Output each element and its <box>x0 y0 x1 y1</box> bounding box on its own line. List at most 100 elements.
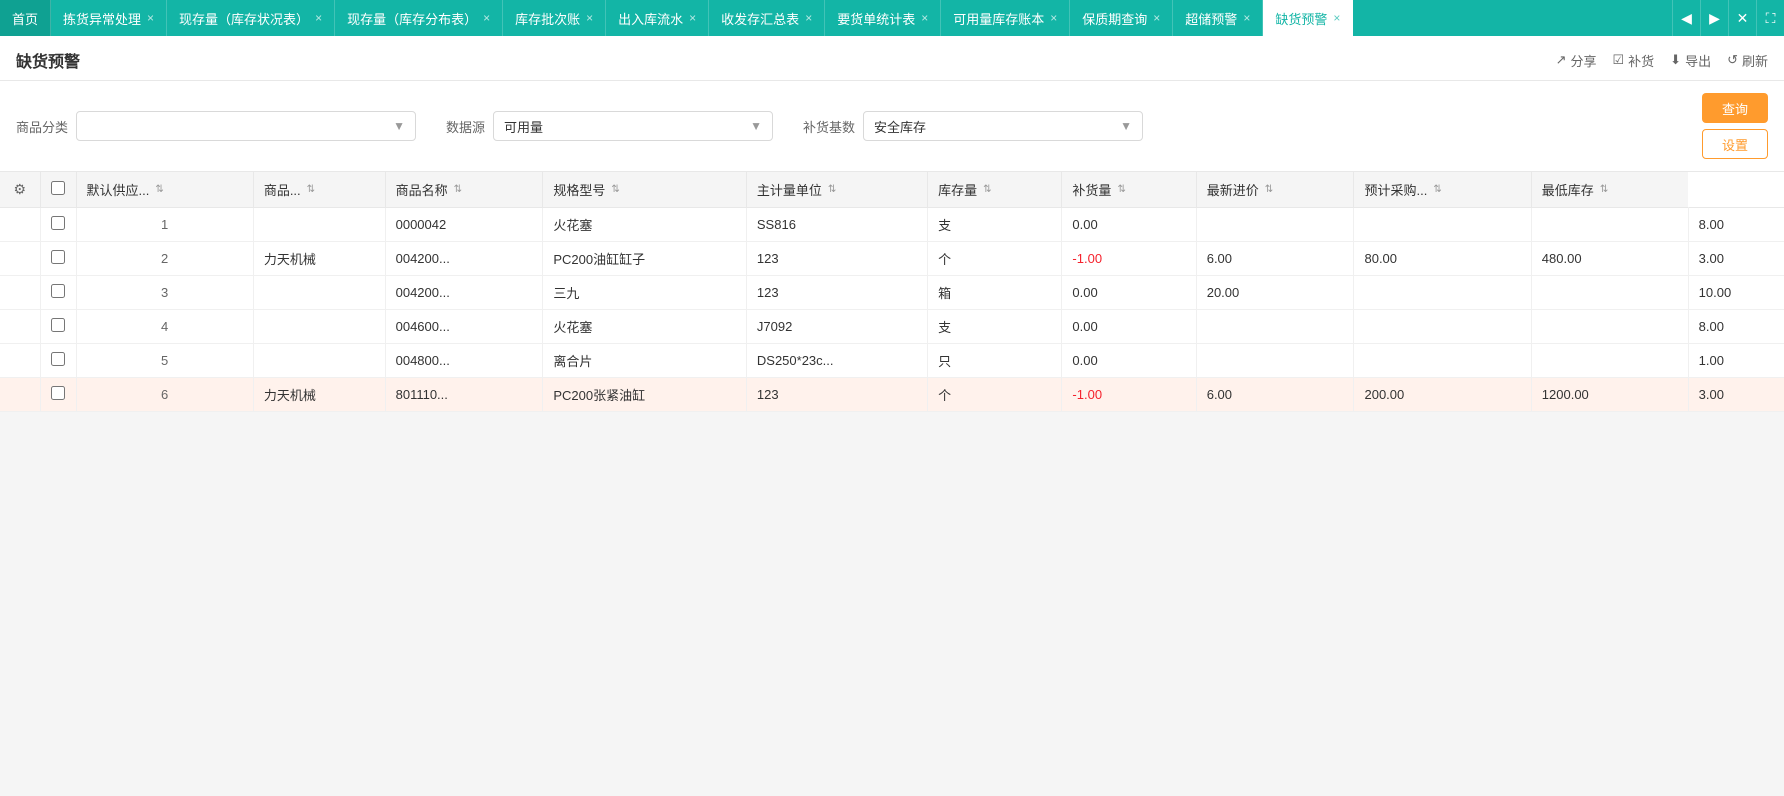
row-checkbox[interactable] <box>51 284 65 298</box>
row-checkbox[interactable] <box>51 386 65 400</box>
tab-shortage[interactable]: 缺货预警 × <box>1263 0 1353 36</box>
tab-available-ledger-label: 可用量库存账本 <box>953 9 1044 28</box>
tab-order-stats-label: 要货单统计表 <box>837 9 915 28</box>
tab-collect-summary-close[interactable]: × <box>805 11 812 25</box>
th-min-inventory[interactable]: 最低库存 ⇅ <box>1531 172 1688 208</box>
th-product-name[interactable]: 商品名称 ⇅ <box>385 172 543 208</box>
th-est-purchase[interactable]: 预计采购... ⇅ <box>1354 172 1531 208</box>
row-min-inventory: 1.00 <box>1688 344 1784 378</box>
th-product-code-label: 商品... <box>264 180 301 199</box>
th-product-code[interactable]: 商品... ⇅ <box>253 172 385 208</box>
export-label: 导出 <box>1685 51 1711 70</box>
row-settings-cell <box>0 208 40 242</box>
row-inventory: 0.00 <box>1062 344 1196 378</box>
row-num: 1 <box>76 208 253 242</box>
row-replenish-qty: 20.00 <box>1196 276 1354 310</box>
tab-available-ledger[interactable]: 可用量库存账本 × <box>941 0 1070 36</box>
tab-inventory-status[interactable]: 现存量（库存状况表） × <box>167 0 335 36</box>
tab-expiry[interactable]: 保质期查询 × <box>1070 0 1173 36</box>
tab-overstock-close[interactable]: × <box>1243 11 1250 25</box>
share-button[interactable]: ↗ 分享 <box>1556 51 1597 70</box>
export-button[interactable]: ⬇ 导出 <box>1670 51 1711 70</box>
replenish-button[interactable]: ☑ 补货 <box>1612 51 1654 70</box>
row-product-name: 离合片 <box>543 344 747 378</box>
tab-inventory-status-close[interactable]: × <box>315 11 322 25</box>
th-latest-price[interactable]: 最新进价 ⇅ <box>1196 172 1354 208</box>
row-unit: 支 <box>928 310 1062 344</box>
tab-inout-flow[interactable]: 出入库流水 × <box>606 0 709 36</box>
row-min-inventory: 3.00 <box>1688 378 1784 412</box>
row-num: 6 <box>76 378 253 412</box>
tab-inventory-dist[interactable]: 现存量（库存分布表） × <box>335 0 503 36</box>
row-checkbox[interactable] <box>51 216 65 230</box>
sort-icon-code: ⇅ <box>307 184 315 195</box>
th-unit[interactable]: 主计量单位 ⇅ <box>746 172 927 208</box>
filter-data-source: 数据源 可用量 ▼ <box>446 111 773 141</box>
row-checkbox-cell <box>40 378 76 412</box>
tab-available-ledger-close[interactable]: × <box>1050 11 1057 25</box>
row-checkbox[interactable] <box>51 352 65 366</box>
th-inventory[interactable]: 库存量 ⇅ <box>928 172 1062 208</box>
select-all-checkbox[interactable] <box>51 181 65 195</box>
row-replenish-qty: 6.00 <box>1196 242 1354 276</box>
row-inventory: -1.00 <box>1062 242 1196 276</box>
tab-expiry-label: 保质期查询 <box>1082 9 1147 28</box>
tab-batch-account[interactable]: 库存批次账 × <box>503 0 606 36</box>
th-replenish-qty[interactable]: 补货量 ⇅ <box>1062 172 1196 208</box>
row-product-name: 火花塞 <box>543 208 747 242</box>
tab-batch-account-close[interactable]: × <box>586 11 593 25</box>
row-est-purchase <box>1531 208 1688 242</box>
row-default-supplier <box>253 344 385 378</box>
replenish-base-select[interactable]: 安全库存 ▼ <box>863 111 1143 141</box>
page-header: 缺货预警 ↗ 分享 ☑ 补货 ⬇ 导出 ↺ 刷新 <box>0 36 1784 81</box>
row-replenish-qty: 6.00 <box>1196 378 1354 412</box>
tab-fullscreen-button[interactable]: ⛶ <box>1756 0 1784 36</box>
sort-icon-name: ⇅ <box>454 184 462 195</box>
chevron-down-icon2: ▼ <box>750 119 762 133</box>
tab-nav-buttons: ◀ ▶ ✕ ⛶ <box>1672 0 1784 36</box>
filter-replenish-base-label: 补货基数 <box>803 117 855 136</box>
row-checkbox[interactable] <box>51 318 65 332</box>
th-default-supplier[interactable]: 默认供应... ⇅ <box>76 172 253 208</box>
table-header-row: ⚙ 默认供应... ⇅ 商品... ⇅ <box>0 172 1784 208</box>
settings-gear-icon[interactable]: ⚙ <box>13 181 26 197</box>
query-button[interactable]: 查询 <box>1702 93 1768 123</box>
tab-next-button[interactable]: ▶ <box>1700 0 1728 36</box>
tab-abnormal[interactable]: 拣货异常处理 × <box>51 0 167 36</box>
tab-overstock[interactable]: 超储预警 × <box>1173 0 1263 36</box>
row-latest-price: 80.00 <box>1354 242 1531 276</box>
tab-shortage-close[interactable]: × <box>1333 11 1340 25</box>
row-checkbox[interactable] <box>51 250 65 264</box>
tab-abnormal-close[interactable]: × <box>147 11 154 25</box>
row-min-inventory: 8.00 <box>1688 208 1784 242</box>
product-category-select[interactable]: ▼ <box>76 111 416 141</box>
tab-prev-button[interactable]: ◀ <box>1672 0 1700 36</box>
row-product-name: PC200张紧油缸 <box>543 378 747 412</box>
tab-inout-flow-close[interactable]: × <box>689 11 696 25</box>
th-spec[interactable]: 规格型号 ⇅ <box>543 172 747 208</box>
row-latest-price: 200.00 <box>1354 378 1531 412</box>
row-est-purchase <box>1531 276 1688 310</box>
tab-close-all-button[interactable]: ✕ <box>1728 0 1756 36</box>
row-unit: 只 <box>928 344 1062 378</box>
settings-button[interactable]: 设置 <box>1702 129 1768 159</box>
data-source-value: 可用量 <box>504 117 543 136</box>
tab-expiry-close[interactable]: × <box>1153 11 1160 25</box>
tab-home[interactable]: 首页 <box>0 0 51 36</box>
table-row: 1 0000042 火花塞 SS816 支 0.00 8.00 <box>0 208 1784 242</box>
tab-inventory-dist-close[interactable]: × <box>483 11 490 25</box>
row-inventory: -1.00 <box>1062 378 1196 412</box>
row-spec: J7092 <box>746 310 927 344</box>
tab-order-stats-close[interactable]: × <box>921 11 928 25</box>
tab-order-stats[interactable]: 要货单统计表 × <box>825 0 941 36</box>
row-default-supplier: 力天机械 <box>253 242 385 276</box>
tab-collect-summary[interactable]: 收发存汇总表 × <box>709 0 825 36</box>
row-default-supplier <box>253 310 385 344</box>
th-latest-price-label: 最新进价 <box>1207 180 1259 199</box>
row-spec: DS250*23c... <box>746 344 927 378</box>
row-settings-cell <box>0 344 40 378</box>
data-source-select[interactable]: 可用量 ▼ <box>493 111 773 141</box>
th-replenish-qty-label: 补货量 <box>1072 180 1111 199</box>
row-checkbox-cell <box>40 242 76 276</box>
refresh-button[interactable]: ↺ 刷新 <box>1727 51 1768 70</box>
